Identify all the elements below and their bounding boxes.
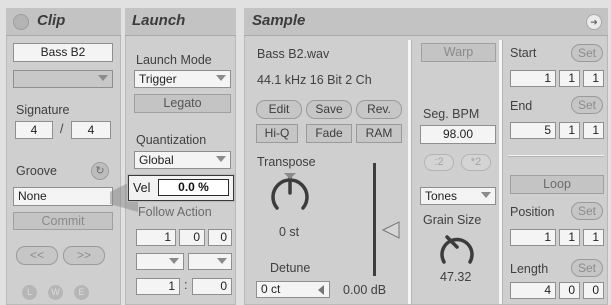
transpose-label: Transpose <box>257 155 316 169</box>
gain-fader-track[interactable] <box>373 163 376 276</box>
loop-button[interactable]: Loop <box>510 175 604 194</box>
sample-file-info: 44.1 kHz 16 Bit 2 Ch <box>257 73 372 87</box>
transpose-value: 0 st <box>279 225 300 239</box>
start-bars[interactable]: 1 <box>510 70 556 87</box>
launch-title: Launch <box>132 12 186 29</box>
seg-bpm-label: Seg. BPM <box>423 107 480 121</box>
detune-value: 0 ct <box>261 282 281 296</box>
sample-divider-2 <box>499 40 503 304</box>
end-sixteenths[interactable]: 1 <box>583 122 604 139</box>
loop-divider <box>508 155 604 157</box>
groove-field[interactable]: None <box>13 187 113 206</box>
grain-size-label: Grain Size <box>423 213 482 227</box>
groove-hot-swap-icon[interactable]: ↻ <box>91 162 109 180</box>
signature-label: Signature <box>16 103 70 117</box>
sample-title: Sample <box>252 12 306 29</box>
length-bars[interactable]: 4 <box>510 282 556 299</box>
follow-time-bars[interactable]: 1 <box>136 229 176 246</box>
start-label: Start <box>510 46 537 60</box>
position-sixteenths[interactable]: 1 <box>583 229 604 246</box>
sample-file-name: Bass B2.wav <box>257 47 330 61</box>
edit-button[interactable]: Edit <box>256 100 302 119</box>
length-set-button[interactable]: Set <box>571 259 603 277</box>
warp-view-icon[interactable]: W <box>48 285 63 300</box>
sample-divider-1 <box>408 40 412 304</box>
warp-button[interactable]: Warp <box>421 43 496 62</box>
position-set-button[interactable]: Set <box>571 202 603 220</box>
velocity-field[interactable]: 0.0 % <box>158 179 229 196</box>
gain-fader-handle[interactable] <box>381 220 401 240</box>
warp-mode-dropdown[interactable]: Tones <box>420 187 496 205</box>
chevron-down-icon <box>216 75 226 81</box>
legato-button[interactable]: Legato <box>134 94 231 113</box>
groove-label: Groove <box>16 164 57 178</box>
start-set-button[interactable]: Set <box>571 44 603 62</box>
follow-time-beats[interactable]: 0 <box>179 229 205 246</box>
quantization-dropdown[interactable]: Global <box>134 151 231 169</box>
double-tempo-button[interactable]: *2 <box>461 154 491 171</box>
signature-numerator[interactable]: 4 <box>15 121 53 139</box>
gain-value: 0.00 dB <box>343 283 387 297</box>
chance-separator: : <box>184 278 188 292</box>
follow-chance-b[interactable]: 0 <box>192 278 232 295</box>
save-button[interactable]: Save <box>306 100 352 119</box>
length-beats[interactable]: 0 <box>559 282 580 299</box>
follow-action-a-dropdown[interactable] <box>136 253 184 270</box>
position-label: Position <box>510 205 555 219</box>
end-label: End <box>510 99 533 113</box>
commit-button[interactable]: Commit <box>13 212 113 230</box>
reverse-button[interactable]: Rev. <box>356 100 402 119</box>
follow-action-b-dropdown[interactable] <box>188 253 232 270</box>
clip-activator-icon[interactable] <box>13 14 29 30</box>
clip-name-field[interactable]: Bass B2 <box>13 43 113 62</box>
chevron-down-icon <box>98 75 108 81</box>
halve-tempo-button[interactable]: :2 <box>424 154 454 171</box>
launch-mode-label: Launch Mode <box>136 53 212 67</box>
seg-bpm-field[interactable]: 98.00 <box>420 125 496 144</box>
transpose-knob[interactable] <box>268 172 312 216</box>
end-beats[interactable]: 1 <box>559 122 580 139</box>
grain-size-knob[interactable] <box>436 230 478 266</box>
follow-action-label: Follow Action <box>138 205 212 219</box>
velocity-label: Vel <box>133 181 151 195</box>
length-label: Length <box>510 262 549 276</box>
hiq-button[interactable]: Hi-Q <box>256 124 298 143</box>
quantization-value: Global <box>139 153 174 167</box>
end-set-button[interactable]: Set <box>571 96 603 114</box>
length-sixteenths[interactable]: 0 <box>583 282 604 299</box>
signature-separator: / <box>60 122 64 136</box>
envelopes-icon[interactable]: L <box>22 285 37 300</box>
position-bars[interactable]: 1 <box>510 229 556 246</box>
detune-label: Detune <box>270 261 311 275</box>
quantization-label: Quantization <box>136 133 207 147</box>
end-bars[interactable]: 5 <box>510 122 556 139</box>
chevron-down-icon <box>217 258 227 264</box>
start-sixteenths[interactable]: 1 <box>583 70 604 87</box>
chevron-down-icon <box>481 192 491 198</box>
edit-view-icon[interactable]: E <box>74 285 89 300</box>
start-beats[interactable]: 1 <box>559 70 580 87</box>
warp-mode-value: Tones <box>425 189 458 203</box>
decrement-arrow-icon <box>318 285 324 295</box>
next-clip-button[interactable]: >> <box>63 246 105 265</box>
fade-button[interactable]: Fade <box>306 124 352 143</box>
grain-size-value: 47.32 <box>440 270 472 284</box>
chevron-down-icon <box>169 258 179 264</box>
position-beats[interactable]: 1 <box>559 229 580 246</box>
launch-mode-dropdown[interactable]: Trigger <box>134 70 231 88</box>
expand-arrow-icon[interactable]: ➜ <box>586 14 602 30</box>
chevron-down-icon <box>216 156 226 162</box>
clip-title: Clip <box>37 12 66 29</box>
prev-clip-button[interactable]: << <box>16 246 58 265</box>
clip-color-dropdown[interactable] <box>13 70 113 88</box>
detune-field[interactable]: 0 ct <box>256 281 330 298</box>
launch-mode-value: Trigger <box>139 72 177 86</box>
follow-chance-a[interactable]: 1 <box>136 278 180 295</box>
ram-button[interactable]: RAM <box>356 124 402 143</box>
signature-denominator[interactable]: 4 <box>71 121 111 139</box>
follow-time-sixteenths[interactable]: 0 <box>208 229 232 246</box>
